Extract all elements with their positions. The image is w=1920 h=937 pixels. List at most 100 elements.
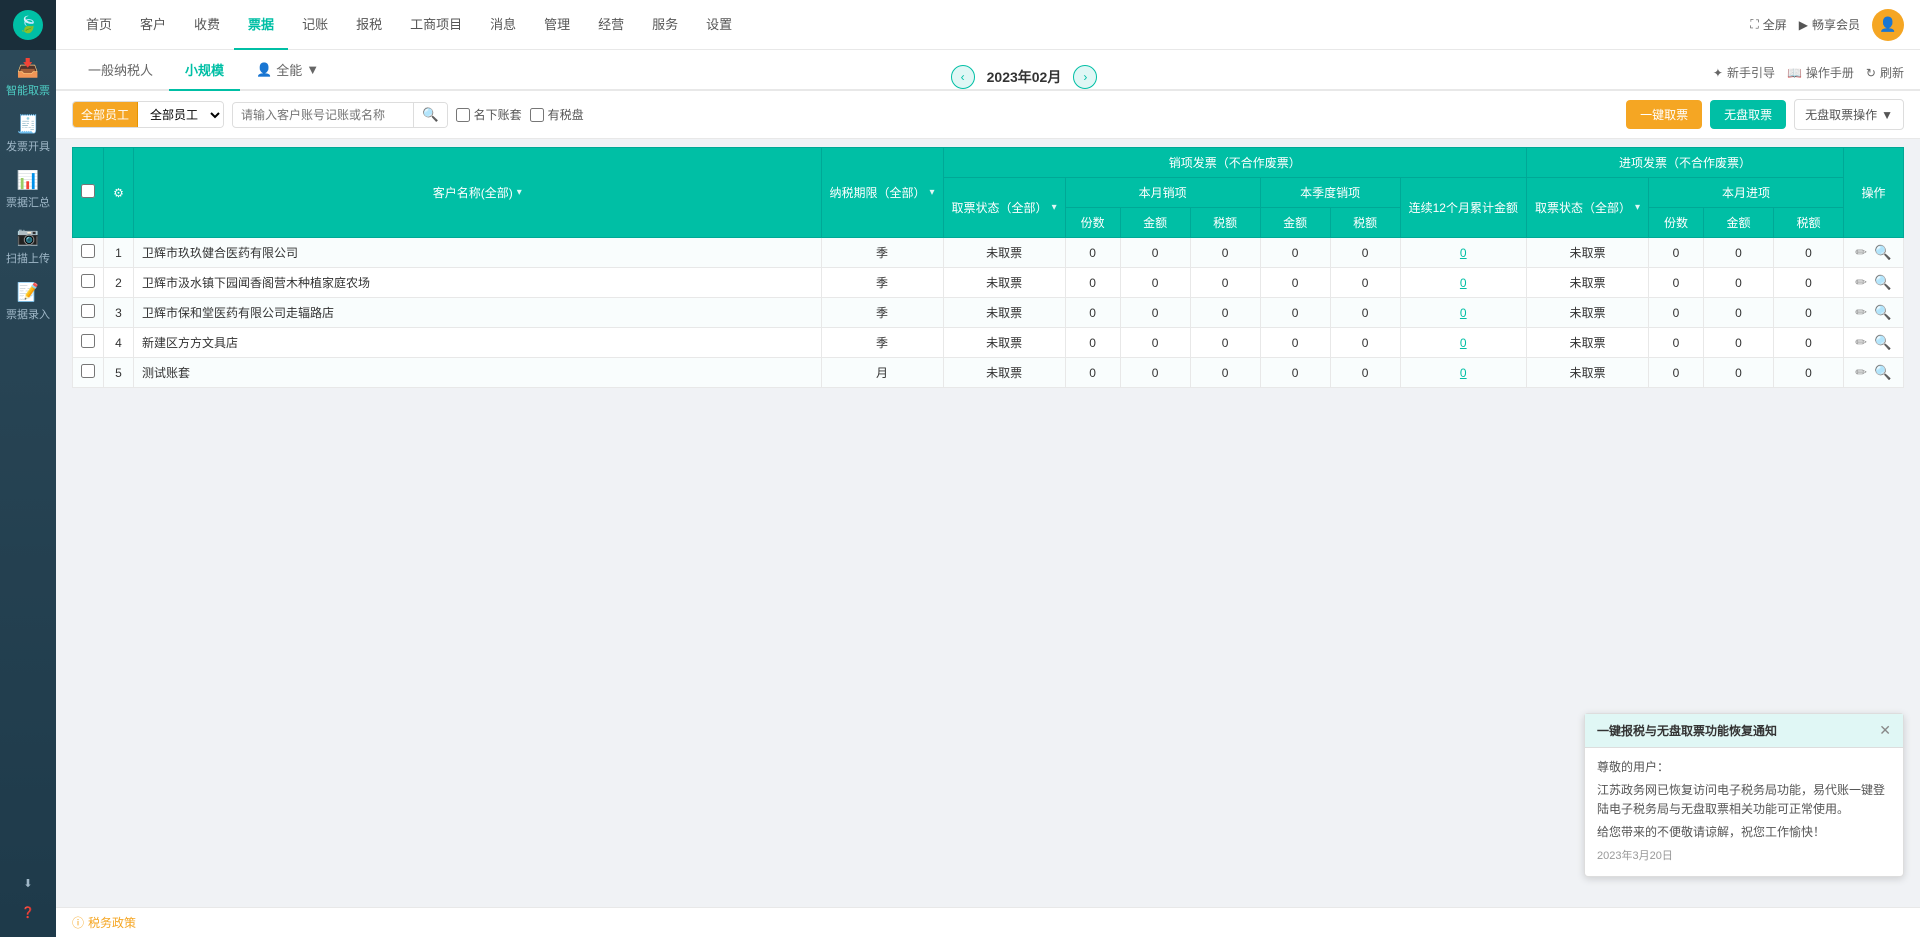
tab-small[interactable]: 小规模 — [169, 50, 240, 91]
one-key-fetch-btn[interactable]: 一键取票 — [1626, 100, 1702, 129]
sidebar-item-intelligent-fetch-label: 智能取票 — [6, 82, 50, 98]
view-icon[interactable]: 🔍 — [1874, 274, 1891, 290]
member-btn[interactable]: ▶ 畅享会员 — [1799, 16, 1860, 33]
cumulative-link[interactable]: 0 — [1460, 246, 1467, 260]
notification-date: 2023年3月20日 — [1597, 848, 1891, 866]
invoice-entry-icon: 📝 — [17, 282, 39, 303]
row-actions: ✏ 🔍 — [1844, 238, 1904, 268]
guide-btn[interactable]: ✦ 新手引导 — [1713, 64, 1775, 81]
row-actions: ✏ 🔍 — [1844, 268, 1904, 298]
row-select-checkbox[interactable] — [81, 274, 95, 288]
nav-messages[interactable]: 消息 — [476, 0, 530, 50]
edit-icon[interactable]: ✏ — [1855, 274, 1867, 290]
sidebar-item-invoice-open[interactable]: 🧾 发票开具 — [0, 106, 56, 162]
view-icon[interactable]: 🔍 — [1874, 244, 1891, 260]
row-amount-quarter-sales: 0 — [1260, 298, 1330, 328]
notification-close-btn[interactable]: ✕ — [1879, 722, 1891, 739]
filter-status-purchase-icon[interactable]: ▾ — [1635, 202, 1640, 213]
topnav-right: ⛶ 全屏 ▶ 畅享会员 👤 — [1750, 9, 1904, 41]
fullscreen-label: 全屏 — [1763, 16, 1787, 33]
cumulative-link[interactable]: 0 — [1460, 276, 1467, 290]
nav-tax[interactable]: 报税 — [342, 0, 396, 50]
prev-date-btn[interactable]: ‹ — [951, 65, 975, 89]
tax-policy-link[interactable]: ⓘ 税务政策 — [72, 914, 136, 931]
account-checkbox[interactable] — [456, 108, 470, 122]
row-tax-month-purchase: 0 — [1774, 238, 1844, 268]
row-period: 季 — [821, 328, 943, 358]
tab-bar: 一般纳税人 小规模 👤 全能 ▼ ‹ 2023年02月 › ✦ 新手引导 📖 操 — [56, 50, 1920, 91]
search-wrap: 🔍 — [232, 102, 448, 128]
th-tax-month-purchase: 税额 — [1774, 208, 1844, 238]
nav-billing[interactable]: 收费 — [180, 0, 234, 50]
download-icon: ⬇ — [23, 877, 32, 890]
sidebar-item-scan-upload[interactable]: 📷 扫描上传 — [0, 218, 56, 274]
cumulative-link[interactable]: 0 — [1460, 366, 1467, 380]
sidebar-item-invoice-entry[interactable]: 📝 票据录入 — [0, 274, 56, 330]
edit-icon[interactable]: ✏ — [1855, 364, 1867, 380]
search-button[interactable]: 🔍 — [413, 103, 447, 127]
edit-icon[interactable]: ✏ — [1855, 304, 1867, 320]
fullscreen-icon: ⛶ — [1750, 17, 1758, 32]
view-icon[interactable]: 🔍 — [1874, 364, 1891, 380]
edit-icon[interactable]: ✏ — [1855, 244, 1867, 260]
no-disk-fetch-btn[interactable]: 无盘取票 — [1710, 100, 1786, 129]
th-checkbox — [73, 148, 104, 238]
row-select-checkbox[interactable] — [81, 244, 95, 258]
fullscreen-btn[interactable]: ⛶ 全屏 — [1750, 16, 1786, 33]
scan-upload-icon: 📷 — [17, 226, 39, 247]
tab-general[interactable]: 一般纳税人 — [72, 50, 169, 91]
nav-operations[interactable]: 经营 — [584, 0, 638, 50]
nav-services[interactable]: 服务 — [638, 0, 692, 50]
row-fetch-status-purchase: 未取票 — [1526, 358, 1648, 388]
sidebar-item-scan-upload-label: 扫描上传 — [6, 250, 50, 266]
row-select-checkbox[interactable] — [81, 304, 95, 318]
select-all-checkbox[interactable] — [81, 184, 95, 198]
sidebar-item-intelligent-fetch[interactable]: 📥 智能取票 — [0, 50, 56, 106]
row-checkbox-cell — [73, 298, 104, 328]
search-input[interactable] — [233, 104, 413, 126]
nav-management[interactable]: 管理 — [530, 0, 584, 50]
nav-bookkeeping[interactable]: 记账 — [288, 0, 342, 50]
nav-settings[interactable]: 设置 — [692, 0, 746, 50]
notification-body: 尊敬的用户： 江苏政务网已恢复访问电子税务局功能，易代账一键登陆电子税务局与无盘… — [1585, 748, 1903, 876]
invoice-summary-icon: 📊 — [17, 170, 39, 191]
nav-business[interactable]: 工商项目 — [396, 0, 476, 50]
table-row: 5 测试账套 月 未取票 0 0 0 0 0 0 未取票 0 0 0 ✏ 🔍 — [73, 358, 1904, 388]
row-select-checkbox[interactable] — [81, 364, 95, 378]
nav-home[interactable]: 首页 — [72, 0, 126, 50]
taxdisk-checkbox-wrap: 有税盘 — [530, 106, 584, 123]
cumulative-link[interactable]: 0 — [1460, 336, 1467, 350]
no-disk-ops-btn[interactable]: 无盘取票操作 ▼ — [1794, 99, 1904, 130]
bottom-bar: ⓘ 税务政策 — [56, 907, 1920, 937]
row-no: 3 — [104, 298, 134, 328]
view-icon[interactable]: 🔍 — [1874, 334, 1891, 350]
edit-icon[interactable]: ✏ — [1855, 334, 1867, 350]
filter-status-sales-icon[interactable]: ▾ — [1052, 202, 1057, 213]
view-icon[interactable]: 🔍 — [1874, 304, 1891, 320]
row-fetch-status-sales: 未取票 — [943, 298, 1065, 328]
sidebar-item-download[interactable]: ⬇ — [0, 869, 56, 898]
nav-invoice[interactable]: 票据 — [234, 0, 288, 50]
tab-all[interactable]: 👤 全能 ▼ — [240, 50, 335, 91]
employee-select[interactable]: 全部员工 — [138, 103, 223, 127]
avatar[interactable]: 👤 — [1872, 9, 1904, 41]
row-checkbox-cell — [73, 358, 104, 388]
filter-period-icon[interactable]: ▾ — [930, 187, 935, 198]
manual-btn[interactable]: 📖 操作手册 — [1787, 64, 1854, 81]
refresh-btn[interactable]: ↻ 刷新 — [1866, 64, 1904, 81]
row-amount-quarter-sales: 0 — [1260, 328, 1330, 358]
cumulative-link[interactable]: 0 — [1460, 306, 1467, 320]
app-logo[interactable]: 🍃 — [0, 0, 56, 50]
sidebar-item-invoice-summary[interactable]: 📊 票据汇总 — [0, 162, 56, 218]
table-settings-icon[interactable]: ⚙ — [113, 186, 124, 200]
filter-customer-icon[interactable]: ▾ — [517, 187, 522, 198]
nav-customer[interactable]: 客户 — [126, 0, 180, 50]
taxdisk-checkbox[interactable] — [530, 108, 544, 122]
sidebar: 🍃 📥 智能取票 🧾 发票开具 📊 票据汇总 📷 扫描上传 📝 票据录入 ⬇ ❓ — [0, 0, 56, 937]
row-customer: 新建区方方文具店 — [134, 328, 822, 358]
row-copies-month-sales: 0 — [1065, 328, 1120, 358]
sidebar-item-help[interactable]: ❓ — [0, 898, 56, 927]
row-select-checkbox[interactable] — [81, 334, 95, 348]
next-date-btn[interactable]: › — [1073, 65, 1097, 89]
manual-icon: 📖 — [1787, 66, 1802, 80]
